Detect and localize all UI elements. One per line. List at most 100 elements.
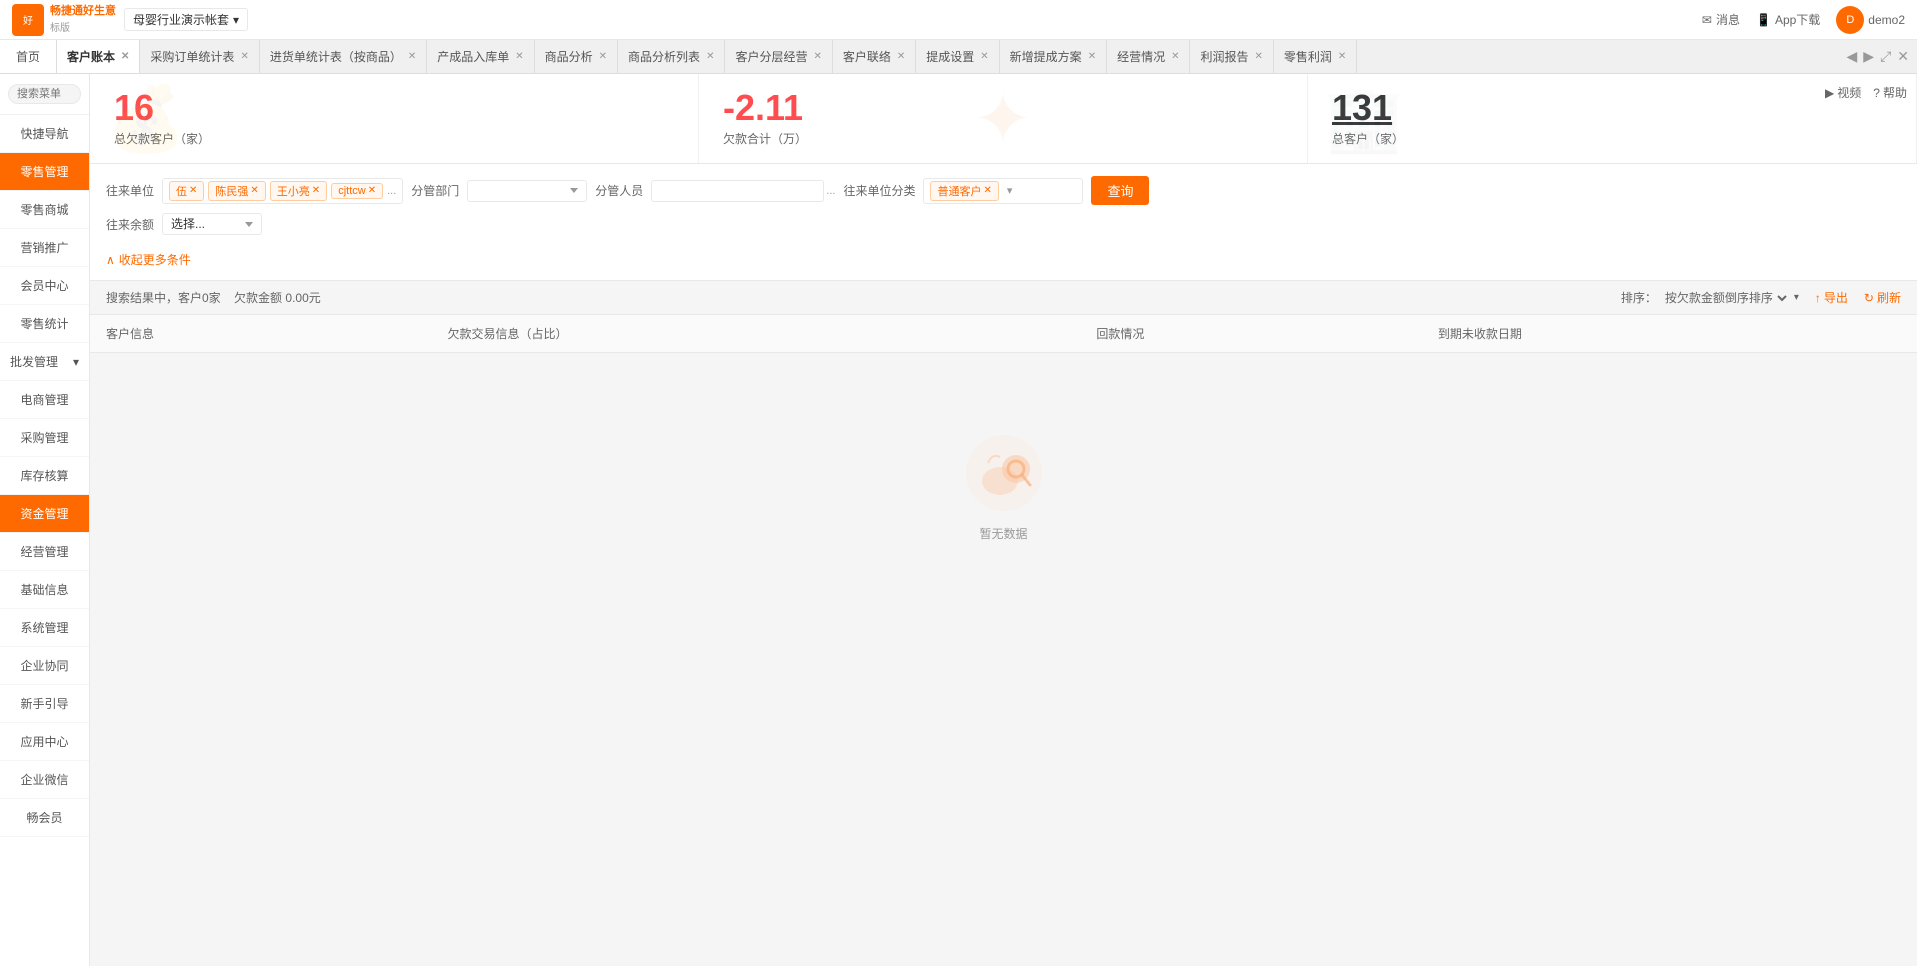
tab-product-stock-in[interactable]: 产成品入库单 ✕ <box>427 40 534 73</box>
sidebar-item-member-center[interactable]: 会员中心 <box>0 267 89 305</box>
sidebar-item-retail-stats[interactable]: 零售统计 <box>0 305 89 343</box>
username: demo2 <box>1868 13 1905 27</box>
unit-tag-cjttcw: cjttcw ✕ <box>331 183 383 199</box>
sidebar-item-label: 零售商城 <box>20 203 68 217</box>
sidebar-item-label: 畅会员 <box>26 811 62 825</box>
tag-close-chen[interactable]: ✕ <box>250 185 258 196</box>
collapse-button[interactable]: ∧ 收起更多条件 <box>106 251 1901 268</box>
tab-profit-report[interactable]: 利润报告 ✕ <box>1190 40 1273 73</box>
message-icon: ✉ <box>1702 13 1712 27</box>
tag-close-cjttcw[interactable]: ✕ <box>368 185 376 196</box>
result-text: 搜索结果中，客户0家 <box>106 291 221 305</box>
export-button[interactable]: ↑ 导出 <box>1815 289 1848 306</box>
tab-prev-button[interactable]: ◀ <box>1847 48 1858 65</box>
tab-purchase-order-stats[interactable]: 采购订单统计表 ✕ <box>140 40 259 73</box>
sidebar-item-capital-mgmt[interactable]: 资金管理 <box>0 495 89 533</box>
unit-class-dropdown[interactable]: ▾ <box>1007 184 1013 197</box>
tab-prompt-settings[interactable]: 提成设置 ✕ <box>916 40 999 73</box>
balance-label: 往来余额 <box>106 216 154 233</box>
dept-select[interactable] <box>467 180 587 202</box>
tab-close-icon[interactable]: ✕ <box>813 51 821 62</box>
tab-close-all-button[interactable]: ✕ <box>1897 48 1909 65</box>
tab-add-prompt-plan[interactable]: 新增提成方案 ✕ <box>1000 40 1107 73</box>
sidebar-item-wholesale-mgmt[interactable]: 批发管理 ▾ <box>0 343 89 381</box>
sidebar-item-basic-info[interactable]: 基础信息 <box>0 571 89 609</box>
sidebar-item-label: 会员中心 <box>20 279 68 293</box>
tag-close-wang[interactable]: ✕ <box>312 185 320 196</box>
balance-select[interactable]: 选择... <box>162 213 262 235</box>
query-button[interactable]: 查询 <box>1091 176 1149 205</box>
sidebar-item-member-pro[interactable]: 畅会员 <box>0 799 89 837</box>
tab-customer-tier-mgmt[interactable]: 客户分层经营 ✕ <box>725 40 832 73</box>
sidebar-item-label: 库存核算 <box>20 469 68 483</box>
tab-close-icon[interactable]: ✕ <box>980 51 988 62</box>
unit-class-tags[interactable]: 普通客户 ✕ ▾ <box>923 178 1083 204</box>
tab-close-icon[interactable]: ✕ <box>1171 51 1179 62</box>
tab-product-analysis[interactable]: 商品分析 ✕ <box>535 40 618 73</box>
sidebar-item-ops-mgmt[interactable]: 经营管理 <box>0 533 89 571</box>
tab-close-icon[interactable]: ✕ <box>897 51 905 62</box>
video-action[interactable]: ▶ 视频 <box>1825 84 1861 101</box>
store-selector[interactable]: 母婴行业演示帐套 ▾ <box>124 8 248 31</box>
tab-customer-account[interactable]: 客户账本 ✕ <box>57 40 140 73</box>
unit-more-dots[interactable]: ... <box>387 185 396 197</box>
tag-close-wu[interactable]: ✕ <box>189 185 197 196</box>
sidebar-item-retail-mgmt[interactable]: 零售管理 <box>0 153 89 191</box>
search-input[interactable] <box>8 84 81 104</box>
tab-close-icon[interactable]: ✕ <box>515 51 523 62</box>
tag-close-common[interactable]: ✕ <box>983 185 991 196</box>
col-customer-info: 客户信息 <box>90 315 432 353</box>
tab-stock-in-stats[interactable]: 进货单统计表（按商品） ✕ <box>260 40 427 73</box>
sort-select[interactable]: 按欠款金额倒序排序 <box>1661 290 1790 306</box>
chevron-up-icon: ∧ <box>106 253 115 267</box>
sidebar-item-enterprise-collab[interactable]: 企业协同 <box>0 647 89 685</box>
sidebar-item-enterprise-wechat[interactable]: 企业微信 <box>0 761 89 799</box>
sidebar-item-ecommerce-mgmt[interactable]: 电商管理 <box>0 381 89 419</box>
messages-button[interactable]: ✉ 消息 <box>1702 11 1740 28</box>
refresh-button[interactable]: ↻ 刷新 <box>1864 289 1901 306</box>
sidebar-item-label: 资金管理 <box>20 507 68 521</box>
col-overdue-date: 到期未收款日期 <box>1422 315 1917 353</box>
tab-close-icon[interactable]: ✕ <box>1255 51 1263 62</box>
col-payment-status: 回款情况 <box>1080 315 1422 353</box>
store-name: 母婴行业演示帐套 <box>133 11 229 28</box>
tab-close-icon[interactable]: ✕ <box>1338 51 1346 62</box>
sidebar-item-label: 基础信息 <box>20 583 68 597</box>
sidebar-item-retail-mall[interactable]: 零售商城 <box>0 191 89 229</box>
export-label: 导出 <box>1824 289 1848 306</box>
sidebar-item-purchase-mgmt[interactable]: 采购管理 <box>0 419 89 457</box>
sidebar-item-new-guide[interactable]: 新手引导 <box>0 685 89 723</box>
tab-label: 客户账本 <box>67 48 115 65</box>
tab-business-status[interactable]: 经营情况 ✕ <box>1107 40 1190 73</box>
tab-close-icon[interactable]: ✕ <box>599 51 607 62</box>
tab-maximize-button[interactable]: ⤢ <box>1880 48 1891 65</box>
tab-retail-profit[interactable]: 零售利润 ✕ <box>1274 40 1357 73</box>
content-area: 💰 16 总欠款客户（家） ✦ -2.11 欠款合计（万） 🏢 131 总客户（… <box>90 74 1917 966</box>
sidebar-item-marketing-promo[interactable]: 营销推广 <box>0 229 89 267</box>
sort-label: 排序： <box>1621 289 1657 306</box>
app-download-button[interactable]: 📱 App下载 <box>1756 11 1820 28</box>
store-dropdown-icon: ▾ <box>233 13 239 27</box>
sidebar-item-inventory-check[interactable]: 库存核算 <box>0 457 89 495</box>
sidebar-item-app-center[interactable]: 应用中心 <box>0 723 89 761</box>
user-menu[interactable]: D demo2 <box>1836 6 1905 34</box>
col-overdue-info: 欠款交易信息（占比） <box>432 315 1081 353</box>
tab-close-icon[interactable]: ✕ <box>240 51 248 62</box>
tab-customer-contact[interactable]: 客户联络 ✕ <box>833 40 916 73</box>
sidebar-item-quick-nav[interactable]: 快捷导航 <box>0 115 89 153</box>
help-action[interactable]: ? 帮助 <box>1873 84 1907 101</box>
tab-close-icon[interactable]: ✕ <box>121 51 129 62</box>
empty-text: 暂无数据 <box>979 525 1027 542</box>
tab-close-icon[interactable]: ✕ <box>706 51 714 62</box>
sidebar-item-label: 批发管理 <box>10 353 58 370</box>
tab-close-icon[interactable]: ✕ <box>408 51 416 62</box>
tab-product-analysis-list[interactable]: 商品分析列表 ✕ <box>618 40 725 73</box>
tab-close-icon[interactable]: ✕ <box>1088 51 1096 62</box>
sidebar-item-system-mgmt[interactable]: 系统管理 <box>0 609 89 647</box>
tab-next-button[interactable]: ▶ <box>1863 48 1874 65</box>
tab-home[interactable]: 首页 <box>0 40 57 73</box>
sidebar-item-label: 新手引导 <box>20 697 68 711</box>
person-more-dots[interactable]: ... <box>826 185 835 197</box>
unit-tags-container[interactable]: 伍 ✕ 陈民强 ✕ 王小亮 ✕ cjttcw ✕ ... <box>162 178 403 204</box>
person-input[interactable] <box>651 180 824 202</box>
